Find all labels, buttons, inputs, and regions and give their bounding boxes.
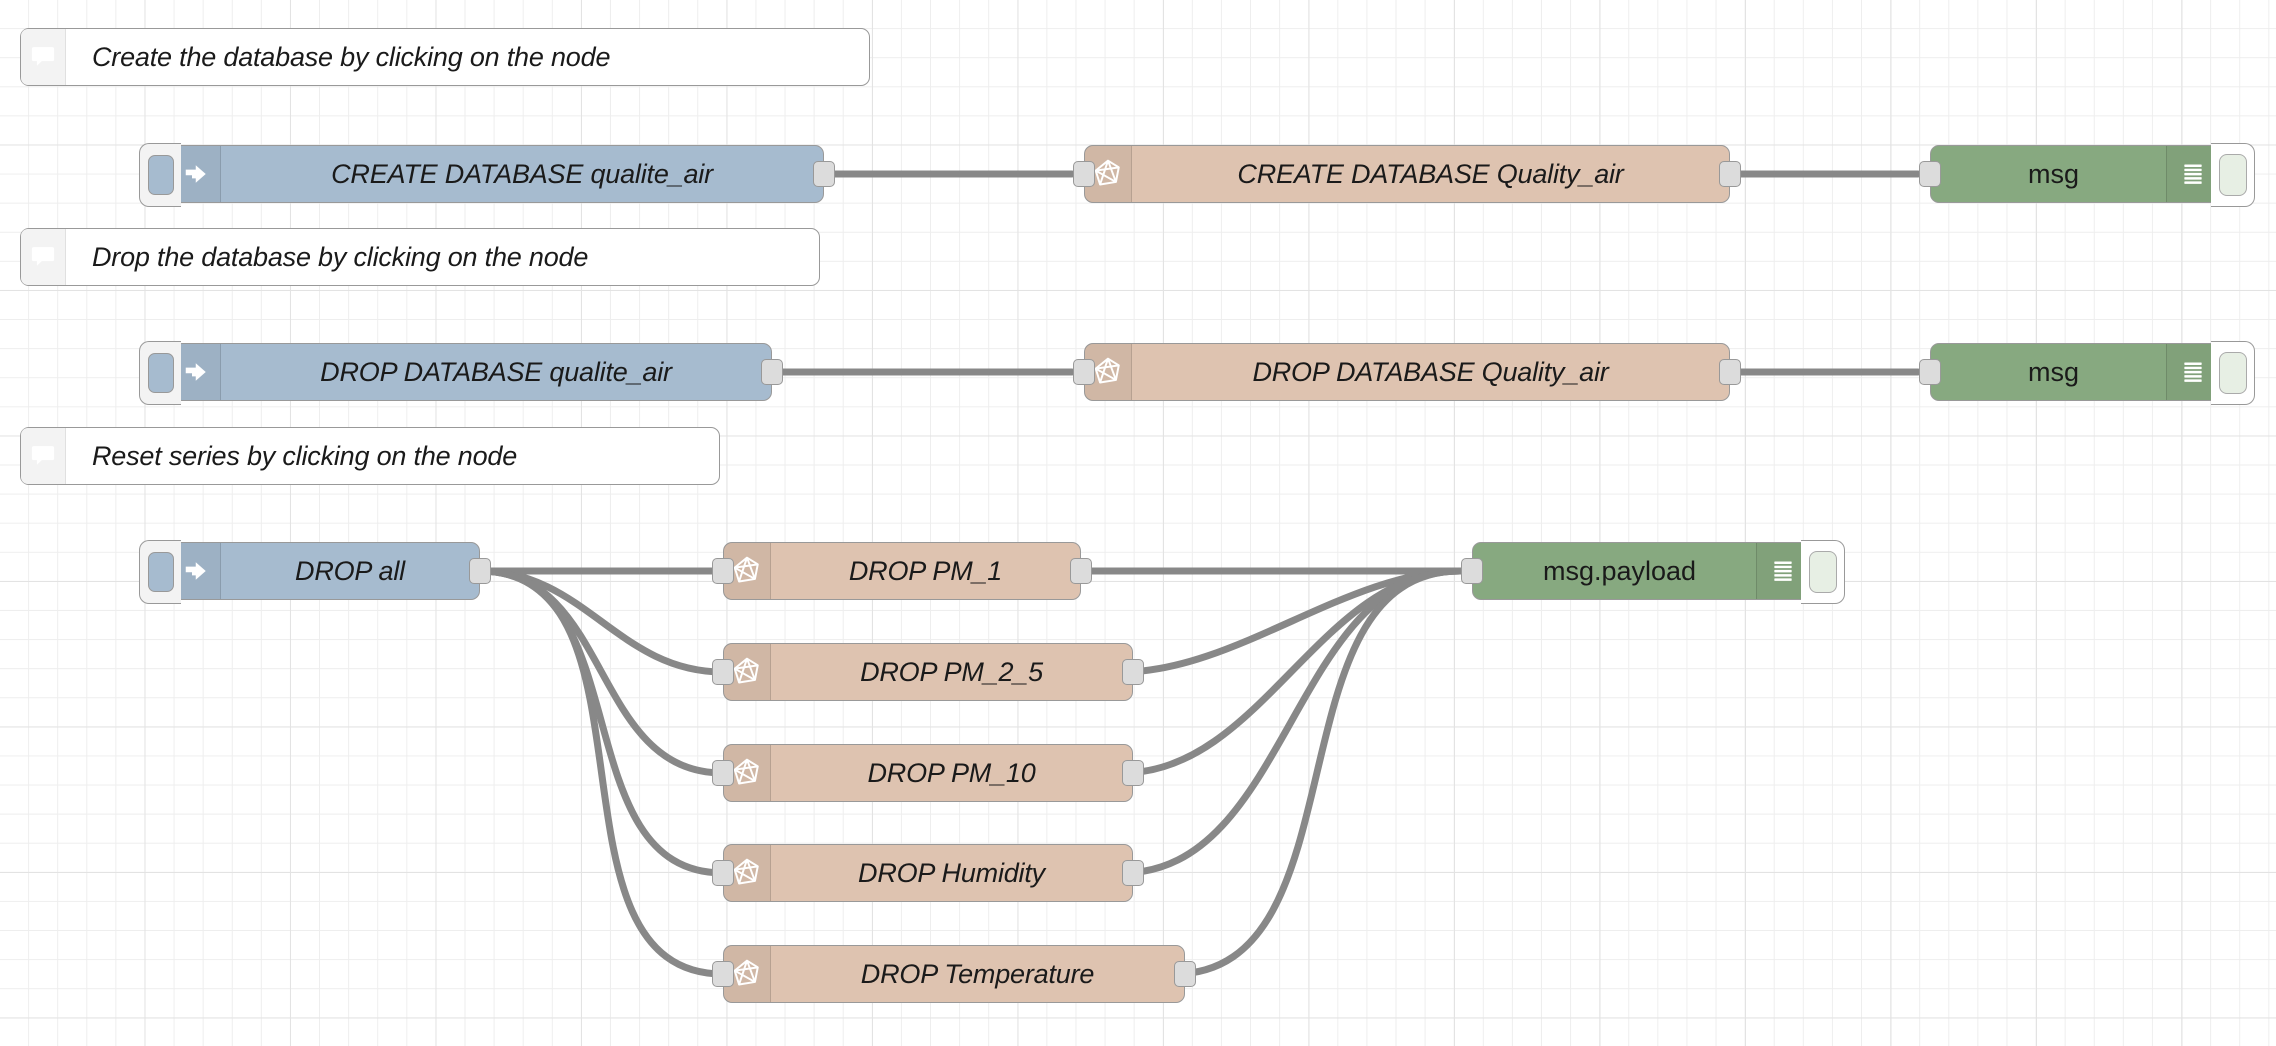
wire-dropall-to-humidity: [476, 567, 727, 877]
inject-node-label: DROP all: [295, 555, 405, 586]
output-port[interactable]: [1174, 961, 1196, 987]
comment-bubble-icon: [21, 29, 66, 85]
debug-node-msg-payload[interactable]: msg.payload: [1461, 540, 1845, 604]
output-port[interactable]: [1070, 558, 1092, 584]
input-port[interactable]: [712, 558, 734, 584]
wire-humidity-to-debug: [1118, 567, 1464, 877]
inject-node-label: DROP DATABASE qualite_air: [320, 356, 672, 387]
debug-enable-toggle-inner: [2218, 352, 2247, 394]
influxdb-node-label: DROP Temperature: [860, 958, 1095, 989]
inject-arrow-icon: [174, 146, 221, 202]
inject-trigger-button-inner: [147, 353, 174, 393]
output-port[interactable]: [761, 359, 783, 385]
input-port[interactable]: [1073, 359, 1095, 385]
input-port[interactable]: [1461, 558, 1483, 584]
inject-node-create-database[interactable]: CREATE DATABASE qualite_air: [139, 143, 835, 207]
debug-enable-toggle[interactable]: [2211, 341, 2255, 405]
debug-node-label: msg.payload: [1542, 555, 1697, 586]
comment-label: Create the database by clicking on the n…: [92, 41, 611, 72]
comment-bubble-icon: [21, 428, 66, 484]
input-port[interactable]: [1919, 161, 1941, 187]
input-port[interactable]: [712, 961, 734, 987]
input-port[interactable]: [712, 760, 734, 786]
inject-node-drop-database[interactable]: DROP DATABASE qualite_air: [139, 341, 783, 405]
influxdb-node-drop-database[interactable]: DROP DATABASE Quality_air: [1073, 343, 1741, 401]
wire-temperature-to-debug: [1170, 567, 1464, 978]
influxdb-node-drop-pm-2-5[interactable]: DROP PM_2_5: [712, 643, 1144, 701]
influxdb-node-label: DROP PM_1: [848, 555, 1003, 586]
influxdb-node-label: DROP Humidity: [858, 857, 1045, 888]
wire-dropall-to-pm10: [476, 567, 727, 777]
output-port[interactable]: [1122, 659, 1144, 685]
input-port[interactable]: [1073, 161, 1095, 187]
influxdb-node-drop-pm-1[interactable]: DROP PM_1: [712, 542, 1092, 600]
comment-node-drop-database[interactable]: Drop the database by clicking on the nod…: [20, 228, 820, 286]
output-port[interactable]: [813, 161, 835, 187]
comment-node-create-database[interactable]: Create the database by clicking on the n…: [20, 28, 870, 86]
wire-pm25-to-debug: [1118, 567, 1464, 676]
input-port[interactable]: [712, 860, 734, 886]
influxdb-node-label: DROP PM_10: [867, 757, 1036, 788]
comment-node-reset-series[interactable]: Reset series by clicking on the node: [20, 427, 720, 485]
wire-dropall-to-pm25: [476, 567, 727, 676]
debug-node-label: msg: [2027, 158, 2079, 189]
inject-trigger-button[interactable]: [139, 341, 181, 405]
debug-enable-toggle[interactable]: [2211, 143, 2255, 207]
flow-canvas[interactable]: Create the database by clicking on the n…: [0, 0, 2276, 1046]
output-port[interactable]: [1122, 860, 1144, 886]
inject-trigger-button-inner: [147, 552, 174, 592]
debug-node-msg-1[interactable]: msg: [1919, 143, 2255, 207]
output-port[interactable]: [1719, 359, 1741, 385]
inject-arrow-icon: [174, 543, 221, 599]
inject-trigger-button[interactable]: [139, 143, 181, 207]
influxdb-node-drop-temperature[interactable]: DROP Temperature: [712, 945, 1196, 1003]
inject-node-label: CREATE DATABASE qualite_air: [331, 158, 713, 189]
influxdb-node-label: DROP DATABASE Quality_air: [1252, 356, 1609, 387]
comment-bubble-icon: [21, 229, 66, 285]
comment-label: Reset series by clicking on the node: [92, 440, 518, 471]
influxdb-node-create-database[interactable]: CREATE DATABASE Quality_air: [1073, 145, 1741, 203]
debug-enable-toggle-inner: [2218, 154, 2247, 196]
output-port[interactable]: [1719, 161, 1741, 187]
influxdb-node-label: CREATE DATABASE Quality_air: [1237, 158, 1624, 189]
inject-node-drop-all[interactable]: DROP all: [139, 540, 491, 604]
input-port[interactable]: [1919, 359, 1941, 385]
inject-trigger-button-inner: [147, 155, 174, 195]
debug-enable-toggle[interactable]: [1801, 540, 1845, 604]
debug-node-label: msg: [2027, 356, 2079, 387]
inject-trigger-button[interactable]: [139, 540, 181, 604]
wire-pm10-to-debug: [1118, 567, 1464, 777]
debug-enable-toggle-inner: [1808, 551, 1837, 593]
influxdb-node-drop-pm-10[interactable]: DROP PM_10: [712, 744, 1144, 802]
influxdb-node-label: DROP PM_2_5: [860, 656, 1043, 687]
comment-label: Drop the database by clicking on the nod…: [92, 241, 589, 272]
output-port[interactable]: [469, 558, 491, 584]
wire-dropall-to-temperature: [476, 567, 727, 978]
influxdb-node-drop-humidity[interactable]: DROP Humidity: [712, 844, 1144, 902]
output-port[interactable]: [1122, 760, 1144, 786]
inject-arrow-icon: [174, 344, 221, 400]
debug-node-msg-2[interactable]: msg: [1919, 341, 2255, 405]
input-port[interactable]: [712, 659, 734, 685]
